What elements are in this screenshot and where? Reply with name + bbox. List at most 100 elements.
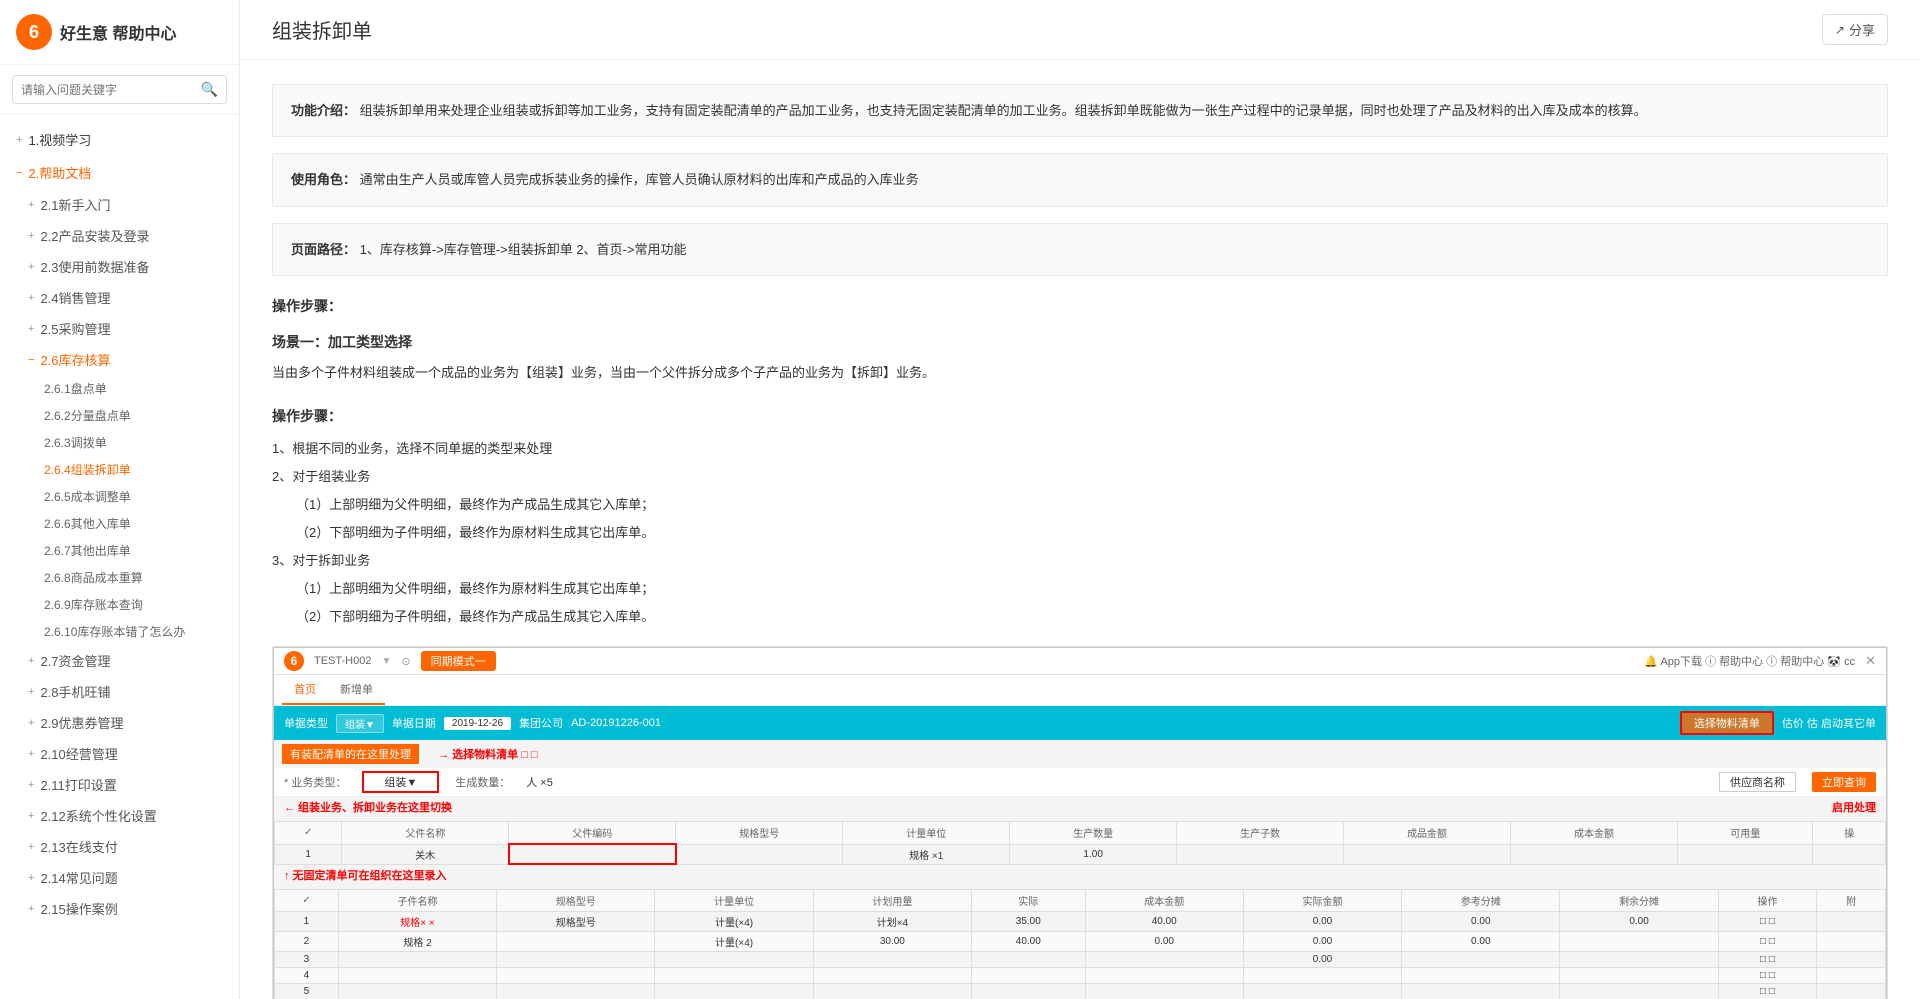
page-title: 组装拆卸单 bbox=[272, 15, 372, 44]
sidebar-item-2-6-1[interactable]: 2.6.1盘点单 bbox=[0, 375, 239, 402]
mock-topbar: 6 TEST-H002 ▼ ⊙ 同期模式一 🔔 App下载 ⓘ 帮助中心 ⓘ 帮… bbox=[274, 648, 1886, 675]
sidebar-item-2-7[interactable]: + 2.7资金管理 bbox=[0, 645, 239, 676]
collapse-icon: + bbox=[16, 134, 22, 146]
mock-annotation-3: 启用处理 bbox=[1832, 799, 1876, 815]
annotation-area-2: ← 组装业务、拆卸业务在这里切换 启用处理 bbox=[274, 797, 1886, 817]
mock-table2: ✓ 子件名称 规格型号 计量单位 计划用量 实际 成本金额 实际金额 参考分摊 … bbox=[274, 889, 1886, 999]
role-label: 使用角色： bbox=[291, 172, 356, 187]
mock-table2-area: ✓ 子件名称 规格型号 计量单位 计划用量 实际 成本金额 实际金额 参考分摊 … bbox=[274, 885, 1886, 999]
mock-app: 6 TEST-H002 ▼ ⊙ 同期模式一 🔔 App下载 ⓘ 帮助中心 ⓘ 帮… bbox=[273, 647, 1887, 999]
sidebar-item-2-6-2[interactable]: 2.6.2分量盘点单 bbox=[0, 402, 239, 429]
table-row: 4 □ □ bbox=[275, 968, 1886, 984]
disassembly-step-2: （2）下部明细为子件明细，最终作为产成品生成其它入库单。 bbox=[296, 604, 1888, 630]
main-content-area: 组装拆卸单 ↗ 分享 功能介绍： 组装拆卸单用来处理企业组装或拆卸等加工业务，支… bbox=[240, 0, 1920, 999]
role-text: 通常由生产人员或库管人员完成拆装业务的操作，库管人员确认原材料的出库和产成品的入… bbox=[360, 172, 919, 187]
sidebar-item-docs-label: 2.帮助文档 bbox=[28, 163, 91, 182]
assembly-step-1: （1）上部明细为父件明细，最终作为产成品生成其它入库单； bbox=[296, 492, 1888, 518]
mock-new-btn[interactable]: 同期模式一 bbox=[421, 651, 496, 671]
scene1-desc: 当由多个子件材料组装成一个成品的业务为【组装】业务，当由一个父件拆分成多个子产品… bbox=[272, 360, 1888, 386]
intro-label: 功能介绍： bbox=[291, 103, 356, 118]
annotation-area-1: 有装配清单的在这里处理 → 选择物料清单 □ □ bbox=[274, 740, 1886, 768]
mock-app-id: TEST-H002 bbox=[314, 655, 371, 667]
search-box: 🔍 bbox=[12, 75, 227, 104]
share-icon: ↗ bbox=[1835, 23, 1845, 37]
share-label: 分享 bbox=[1849, 20, 1875, 39]
assembly-step-2: （2）下部明细为子件明细，最终作为原材料生成其它出库单。 bbox=[296, 520, 1888, 546]
steps-subtitle: 操作步骤： bbox=[272, 406, 1888, 426]
sidebar-item-2-11[interactable]: + 2.11打印设置 bbox=[0, 769, 239, 800]
table-row: 5 □ □ bbox=[275, 984, 1886, 999]
sidebar-item-2-5[interactable]: + 2.5采购管理 bbox=[0, 313, 239, 344]
path-block: 页面路径： 1、库存核算->库存管理->组装拆卸单 2、首页->常用功能 bbox=[272, 223, 1888, 276]
sidebar-item-2-6-6[interactable]: 2.6.6其他入库单 bbox=[0, 510, 239, 537]
sidebar-item-2-6[interactable]: − 2.6库存核算 bbox=[0, 344, 239, 375]
search-input[interactable] bbox=[13, 78, 193, 102]
intro-text: 组装拆卸单用来处理企业组装或拆卸等加工业务，支持有固定装配清单的产品加工业务，也… bbox=[360, 103, 1647, 118]
sidebar-item-2-13[interactable]: + 2.13在线支付 bbox=[0, 831, 239, 862]
mock-date: 2019-12-26 bbox=[444, 717, 511, 730]
logo-icon: 6 bbox=[16, 14, 52, 50]
sidebar-item-2-14[interactable]: + 2.14常见问题 bbox=[0, 862, 239, 893]
nav-section-videos: + 1.视频学习 bbox=[0, 123, 239, 156]
search-area: 🔍 bbox=[0, 65, 239, 115]
sidebar-item-2-6-9[interactable]: 2.6.9库存账本查询 bbox=[0, 591, 239, 618]
sub-steps-disassembly: （1）上部明细为父件明细，最终作为原材料生成其它出库单； （2）下部明细为子件明… bbox=[296, 576, 1888, 630]
path-text: 1、库存核算->库存管理->组装拆卸单 2、首页->常用功能 bbox=[360, 242, 687, 257]
logo-text: 好生意 帮助中心 bbox=[60, 20, 176, 44]
sub-steps-assembly: （1）上部明细为父件明细，最终作为产成品生成其它入库单； （2）下部明细为子件明… bbox=[296, 492, 1888, 546]
mock-logo: 6 bbox=[284, 651, 304, 671]
nav-2-6-children: 2.6.1盘点单 2.6.2分量盘点单 2.6.3调拨单 2.6.4组装拆卸单 … bbox=[0, 375, 239, 645]
sidebar-item-2-12[interactable]: + 2.12系统个性化设置 bbox=[0, 800, 239, 831]
mock-annotation-1: 有装配清单的在这里处理 bbox=[282, 744, 419, 764]
search-button[interactable]: 🔍 bbox=[193, 76, 226, 103]
table-row: 3 0.00 □ □ bbox=[275, 952, 1886, 968]
sidebar-item-2-8[interactable]: + 2.8手机旺铺 bbox=[0, 676, 239, 707]
docs-children: + 2.1新手入门 + 2.2产品安装及登录 + 2.3使用前数据准备 + 2.… bbox=[0, 189, 239, 924]
table-row: 2 规格 2 计量(×4) 30.00 40.00 0.00 0.00 0.00 bbox=[275, 932, 1886, 952]
nav-section-docs: − 2.帮助文档 + 2.1新手入门 + 2.2产品安装及登录 + 2.3使用前… bbox=[0, 156, 239, 924]
mock-annotation-4: ↑ 无固定清单可在组织在这里录入 bbox=[284, 870, 447, 882]
sidebar-item-2-6-8[interactable]: 2.6.8商品成本重算 bbox=[0, 564, 239, 591]
sidebar-item-2-10[interactable]: + 2.10经营管理 bbox=[0, 738, 239, 769]
article-content: 功能介绍： 组装拆卸单用来处理企业组装或拆卸等加工业务，支持有固定装配清单的产品… bbox=[240, 60, 1920, 999]
sidebar-item-2-2[interactable]: + 2.2产品安装及登录 bbox=[0, 220, 239, 251]
sidebar-item-2-15[interactable]: + 2.15操作案例 bbox=[0, 893, 239, 924]
screenshot-container: 6 TEST-H002 ▼ ⊙ 同期模式一 🔔 App下载 ⓘ 帮助中心 ⓘ 帮… bbox=[272, 646, 1888, 999]
sidebar-item-videos[interactable]: + 1.视频学习 bbox=[0, 123, 239, 156]
sidebar-item-2-1[interactable]: + 2.1新手入门 bbox=[0, 189, 239, 220]
sidebar-item-2-6-5[interactable]: 2.6.5成本调整单 bbox=[0, 483, 239, 510]
role-block: 使用角色： 通常由生产人员或库管人员完成拆装业务的操作，库管人员确认原材料的出库… bbox=[272, 153, 1888, 206]
step-2: 2、对于组装业务 bbox=[272, 464, 1888, 490]
sidebar-item-videos-label: 1.视频学习 bbox=[28, 130, 91, 149]
table-row: 1 规格× × 规格型号 计量(×4) 计划×4 35.00 40.00 0.0… bbox=[275, 912, 1886, 932]
sidebar-item-2-6-4[interactable]: 2.6.4组装拆卸单 bbox=[0, 456, 239, 483]
nav-tree: + 1.视频学习 − 2.帮助文档 + 2.1新手入门 + 2.2产品安装及登录 bbox=[0, 115, 239, 999]
table-row: 1 关木 规格 ×1 1.00 bbox=[275, 844, 1886, 864]
mock-form-row2: * 业务类型： 组装▼ 生成数量： 人 ×5 供应商名称 立即查询 bbox=[274, 768, 1886, 797]
sidebar-item-2-6-3[interactable]: 2.6.3调拨单 bbox=[0, 429, 239, 456]
annotation-area-4: ↑ 无固定清单可在组织在这里录入 bbox=[274, 865, 1886, 885]
sidebar-item-docs[interactable]: − 2.帮助文档 bbox=[0, 156, 239, 189]
sidebar-item-2-6-7[interactable]: 2.6.7其他出库单 bbox=[0, 537, 239, 564]
mock-type-selector[interactable]: 组装▼ bbox=[336, 714, 384, 733]
steps-list: 1、根据不同的业务，选择不同单据的类型来处理 2、对于组装业务 （1）上部明细为… bbox=[272, 436, 1888, 630]
path-label: 页面路径： bbox=[291, 242, 356, 257]
share-button[interactable]: ↗ 分享 bbox=[1822, 14, 1888, 45]
sidebar-item-2-3[interactable]: + 2.3使用前数据准备 bbox=[0, 251, 239, 282]
mock-tab-home[interactable]: 首页 bbox=[282, 675, 328, 705]
mock-right-annotation: → 选择物料清单 □ □ bbox=[430, 744, 545, 764]
mock-biz-type[interactable]: 组装▼ bbox=[362, 771, 439, 793]
disassembly-step-1: （1）上部明细为父件明细，最终作为原材料生成其它出库单； bbox=[296, 576, 1888, 602]
step-3: 3、对于拆卸业务 bbox=[272, 548, 1888, 574]
mock-search-btn[interactable]: 立即查询 bbox=[1812, 772, 1876, 792]
ops-title: 操作步骤： bbox=[272, 296, 1888, 316]
intro-block: 功能介绍： 组装拆卸单用来处理企业组装或拆卸等加工业务，支持有固定装配清单的产品… bbox=[272, 84, 1888, 137]
mock-close-btn[interactable]: ✕ bbox=[1865, 653, 1876, 669]
step-1: 1、根据不同的业务，选择不同单据的类型来处理 bbox=[272, 436, 1888, 462]
sidebar-item-2-4[interactable]: + 2.4销售管理 bbox=[0, 282, 239, 313]
mock-annotation-2: ← 组装业务、拆卸业务在这里切换 bbox=[284, 799, 452, 815]
sidebar-item-2-9[interactable]: + 2.9优惠券管理 bbox=[0, 707, 239, 738]
sidebar-item-2-6-10[interactable]: 2.6.10库存账本错了怎么办 bbox=[0, 618, 239, 645]
mock-tab-new[interactable]: 新增单 bbox=[328, 675, 385, 705]
mock-nav-tabs: 首页 新增单 bbox=[274, 675, 1886, 706]
